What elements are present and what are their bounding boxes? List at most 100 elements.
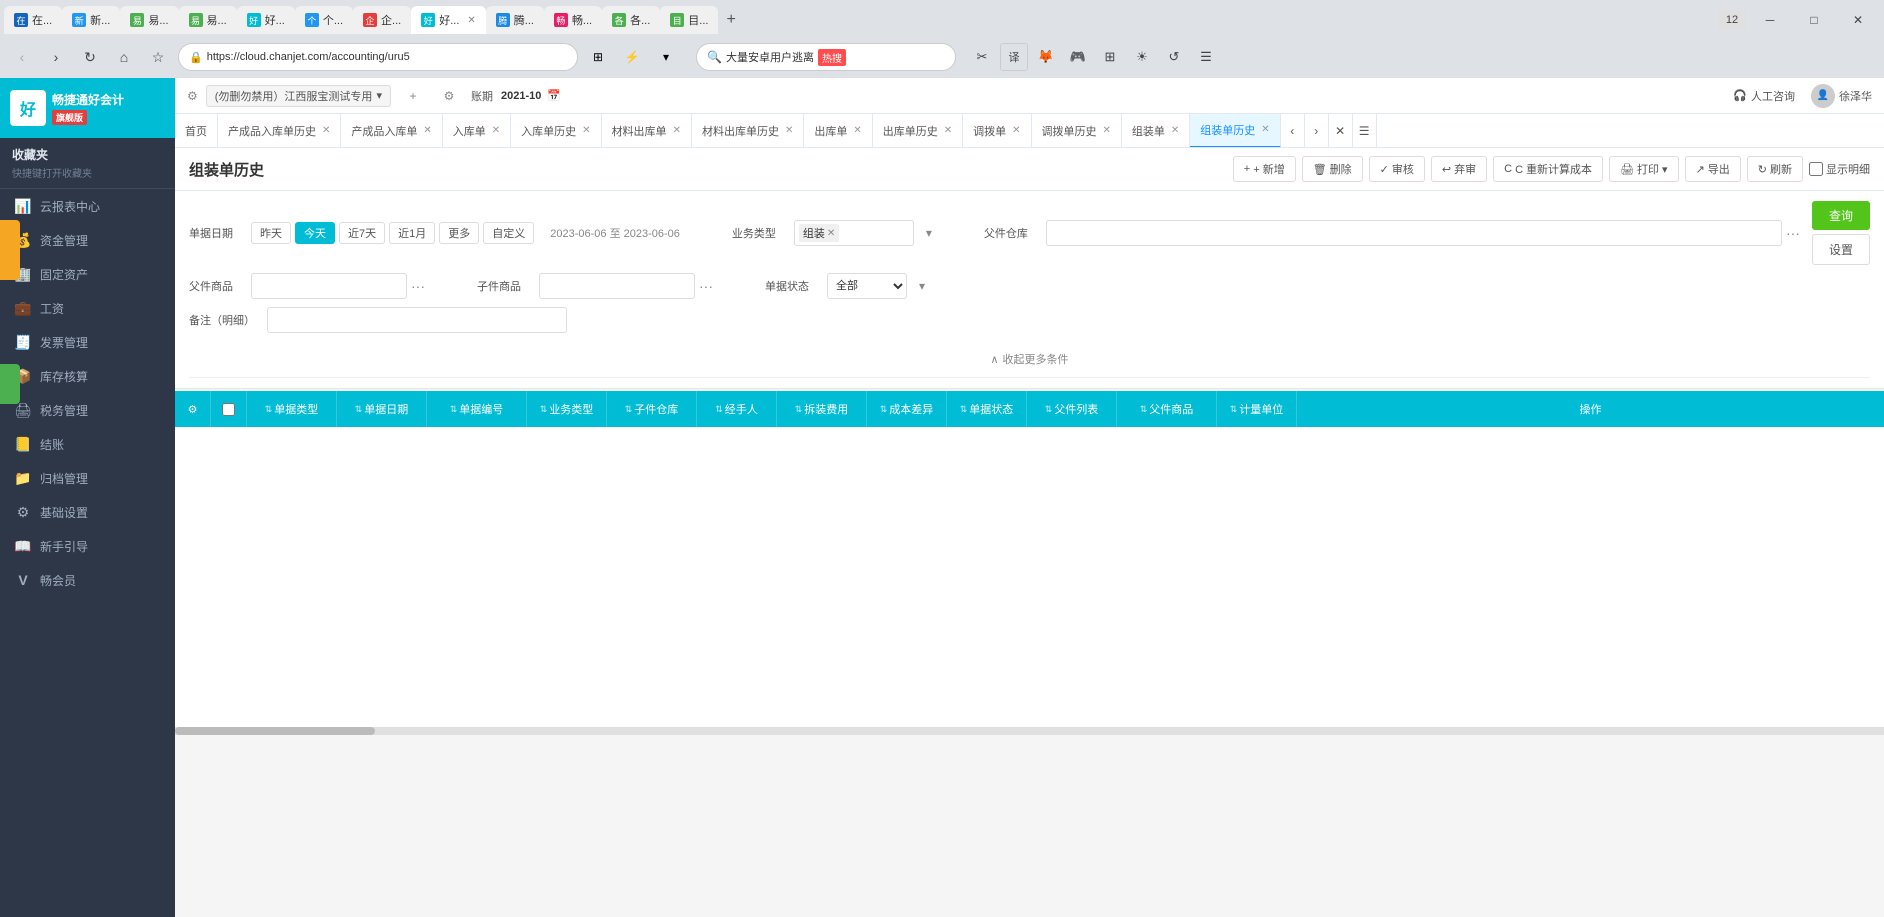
lightning-button[interactable]: ⚡ — [618, 43, 646, 71]
page-tab-outbound[interactable]: 出库单 ✕ — [804, 114, 872, 148]
close-transfer[interactable]: ✕ — [1012, 125, 1020, 136]
close-button[interactable]: ✕ — [1836, 6, 1880, 34]
display-toggle-checkbox[interactable] — [1809, 162, 1823, 176]
support-button[interactable]: 🎧 人工咨询 — [1733, 88, 1795, 104]
page-tab-inbound-history[interactable]: 入库单历史 ✕ — [511, 114, 601, 148]
th-docstatus[interactable]: ⇅ 单据状态 — [947, 391, 1027, 427]
undo-icon[interactable]: ↺ — [1160, 43, 1188, 71]
browser-tab-11[interactable]: 各 各... — [602, 6, 660, 34]
print-button[interactable]: 🖨 打印 ▾ — [1609, 156, 1679, 182]
left-edge-icon-1[interactable] — [0, 220, 20, 280]
close-transfer-history[interactable]: ✕ — [1103, 125, 1111, 136]
display-toggle[interactable]: 显示明细 — [1809, 161, 1870, 177]
bookmark-button[interactable]: ☆ — [144, 43, 172, 71]
query-button[interactable]: 查询 — [1812, 201, 1870, 230]
game-icon[interactable]: 🎮 — [1064, 43, 1092, 71]
new-tab-button[interactable]: + — [718, 11, 743, 29]
browser-tab-6[interactable]: 个 个... — [295, 6, 353, 34]
export-button[interactable]: ↗ 导出 — [1685, 156, 1741, 182]
left-edge-icon-2[interactable] — [0, 364, 20, 404]
maximize-button[interactable]: □ — [1792, 6, 1836, 34]
7days-btn[interactable]: 近7天 — [339, 222, 385, 244]
refresh-browser-button[interactable]: ↻ — [76, 43, 104, 71]
doc-status-select[interactable]: 全部 已审核 未审核 — [827, 273, 907, 299]
tab-close-8[interactable]: ✕ — [467, 15, 475, 26]
sidebar-item-fund[interactable]: 💰 资金管理 — [0, 223, 175, 257]
sidebar-item-inventory[interactable]: 📦 库存核算 — [0, 359, 175, 393]
close-material-out-history[interactable]: ✕ — [785, 125, 793, 136]
sidebar-item-closing[interactable]: 📒 结账 — [0, 427, 175, 461]
parent-warehouse-input[interactable] — [1046, 220, 1782, 246]
scrollbar-thumb[interactable] — [175, 727, 375, 735]
sidebar-item-member[interactable]: V 畅会员 — [0, 563, 175, 597]
page-tab-finished-history[interactable]: 产成品入库单历史 ✕ — [218, 114, 341, 148]
parent-item-input[interactable] — [251, 273, 407, 299]
sidebar-item-settings[interactable]: ⚙ 基础设置 — [0, 495, 175, 529]
add-company-button[interactable]: + — [399, 82, 427, 110]
child-item-input[interactable] — [539, 273, 695, 299]
refresh-button[interactable]: ↻ 刷新 — [1747, 156, 1803, 182]
page-tab-outbound-history[interactable]: 出库单历史 ✕ — [873, 114, 963, 148]
sidebar-item-guide[interactable]: 📖 新手引导 — [0, 529, 175, 563]
page-tab-transfer[interactable]: 调拨单 ✕ — [963, 114, 1031, 148]
abandon-button[interactable]: ↩ 弃审 — [1431, 156, 1487, 182]
th-subwarehouse[interactable]: ⇅ 子件仓库 — [607, 391, 697, 427]
browser-tab-10[interactable]: 畅 畅... — [544, 6, 602, 34]
th-doctype[interactable]: ⇅ 单据类型 — [247, 391, 337, 427]
dropdown-arrow-button[interactable]: ▾ — [652, 43, 680, 71]
sidebar-item-salary[interactable]: 💼 工资 — [0, 291, 175, 325]
bottom-scrollbar[interactable] — [175, 727, 1884, 735]
audit-button[interactable]: ✓ 审核 — [1369, 156, 1425, 182]
browser-tab-5[interactable]: 好 好... — [237, 6, 295, 34]
sidebar-item-archive[interactable]: 📁 归档管理 — [0, 461, 175, 495]
menu-icon[interactable]: ☰ — [1192, 43, 1220, 71]
tab-scroll-left[interactable]: ‹ — [1281, 114, 1305, 148]
delete-button[interactable]: 🗑 删除 — [1302, 156, 1363, 182]
sidebar-item-cloud-report[interactable]: 📊 云报表中心 — [0, 189, 175, 223]
recalculate-button[interactable]: C C 重新计算成本 — [1493, 156, 1603, 182]
search-bar[interactable]: 🔍 大量安卓用户逃离 热搜 — [696, 43, 956, 71]
more-date-btn[interactable]: 更多 — [439, 222, 479, 244]
period-selector[interactable]: 账期 2021-10 📅 — [471, 88, 561, 104]
sidebar-item-invoice[interactable]: 🧾 发票管理 — [0, 325, 175, 359]
translate-icon[interactable]: 译 — [1000, 43, 1028, 71]
close-assembly-history[interactable]: ✕ — [1261, 124, 1269, 135]
close-assembly[interactable]: ✕ — [1171, 125, 1179, 136]
page-tab-home[interactable]: 首页 — [175, 114, 218, 148]
th-docno[interactable]: ⇅ 单据编号 — [427, 391, 527, 427]
select-all-checkbox[interactable] — [222, 403, 235, 416]
close-finished[interactable]: ✕ — [423, 125, 431, 136]
close-inbound[interactable]: ✕ — [492, 125, 500, 136]
child-item-dots[interactable]: ··· — [699, 278, 713, 294]
settings-gear-button[interactable]: ⚙ — [435, 82, 463, 110]
close-material-out[interactable]: ✕ — [673, 125, 681, 136]
1month-btn[interactable]: 近1月 — [389, 222, 435, 244]
custom-date-btn[interactable]: 自定义 — [483, 222, 534, 244]
today-btn[interactable]: 今天 — [295, 222, 335, 244]
browser-tab-3[interactable]: 易 易... — [120, 6, 178, 34]
sidebar-item-tax[interactable]: 🖨 税务管理 — [0, 393, 175, 427]
page-tab-material-out-history[interactable]: 材料出库单历史 ✕ — [692, 114, 804, 148]
close-outbound[interactable]: ✕ — [853, 125, 861, 136]
tab-scroll-right[interactable]: › — [1305, 114, 1329, 148]
filter-settings-button[interactable]: 设置 — [1812, 234, 1870, 265]
page-tab-transfer-history[interactable]: 调拨单历史 ✕ — [1032, 114, 1122, 148]
browser-tab-1[interactable]: 在 在... — [4, 6, 62, 34]
parent-item-dots[interactable]: ··· — [411, 278, 425, 294]
biz-type-input[interactable]: 组装 ✕ — [794, 220, 914, 246]
tab-close-current[interactable]: ✕ — [1329, 114, 1353, 148]
sidebar-item-fixed-assets[interactable]: 🏢 固定资产 — [0, 257, 175, 291]
back-button[interactable]: ‹ — [8, 43, 36, 71]
th-date[interactable]: ⇅ 单据日期 — [337, 391, 427, 427]
browser-tab-8[interactable]: 好 好... ✕ — [411, 6, 486, 34]
th-parentlist[interactable]: ⇅ 父件列表 — [1027, 391, 1117, 427]
page-tab-material-out[interactable]: 材料出库单 ✕ — [602, 114, 692, 148]
emoji-icon[interactable]: 🦊 — [1032, 43, 1060, 71]
company-selector[interactable]: (勿删勿禁用）江西服宝测试专用 ▾ — [206, 85, 391, 107]
grid-icon[interactable]: ⊞ — [1096, 43, 1124, 71]
browser-tab-4[interactable]: 易 易... — [179, 6, 237, 34]
th-dismantlecost[interactable]: ⇅ 拆装费用 — [777, 391, 867, 427]
biz-type-tag-close[interactable]: ✕ — [827, 228, 835, 239]
remark-input[interactable] — [267, 307, 567, 333]
forward-button[interactable]: › — [42, 43, 70, 71]
